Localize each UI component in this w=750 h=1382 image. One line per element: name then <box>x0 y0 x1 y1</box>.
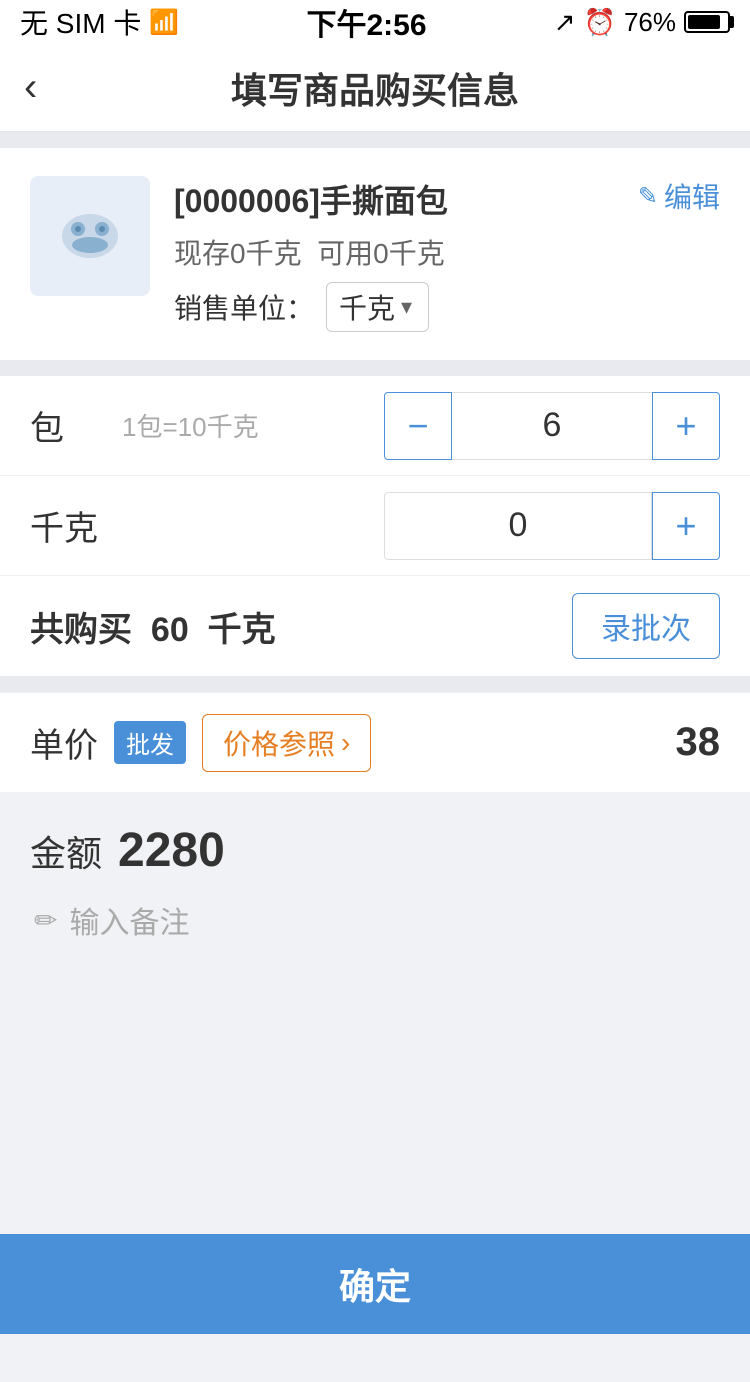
note-placeholder: 输入备注 <box>69 898 189 942</box>
status-left: 无 SIM 卡 📶 <box>20 2 179 42</box>
nav-bar: ‹ 填写商品购买信息 <box>0 44 750 132</box>
battery-percent: 76% <box>624 7 676 38</box>
status-time: 下午2:56 <box>306 0 426 44</box>
amount-section: 金额 2280 ✏ 输入备注 <box>0 793 750 962</box>
package-input[interactable] <box>452 392 652 460</box>
note-icon: ✏ <box>34 904 57 937</box>
price-value: 38 <box>676 720 721 765</box>
product-unit-row: 销售单位： 千克 <box>174 282 720 332</box>
package-plus-button[interactable]: + <box>652 392 720 460</box>
price-ref-label: 价格参照 <box>223 723 335 763</box>
package-hint: 1包=10千克 <box>122 407 384 444</box>
battery-icon <box>684 11 730 33</box>
summary-quantity: 60 <box>151 611 189 649</box>
alarm-icon: ⏰ <box>584 7 616 38</box>
kilogram-plus-button[interactable]: + <box>652 492 720 560</box>
location-icon: ↗ <box>554 7 576 38</box>
package-minus-button[interactable]: − <box>384 392 452 460</box>
package-row: 包 1包=10千克 − + <box>0 376 750 476</box>
summary-text: 共购买 60 千克 <box>30 602 276 651</box>
input-section: 包 1包=10千克 − + 千克 + <box>0 376 750 576</box>
amount-row: 金额 2280 <box>30 823 720 878</box>
edit-button[interactable]: ✎ 编辑 <box>638 176 720 216</box>
note-row[interactable]: ✏ 输入备注 <box>30 898 720 942</box>
summary-section: 共购买 60 千克 录批次 <box>0 576 750 676</box>
divider-top <box>0 132 750 148</box>
status-bar: 无 SIM 卡 📶 下午2:56 ↗ ⏰ 76% <box>0 0 750 44</box>
package-label: 包 <box>30 401 110 450</box>
edit-label: 编辑 <box>664 176 720 216</box>
wifi-icon: 📶 <box>149 8 179 37</box>
unit-dropdown[interactable]: 千克 <box>326 282 429 332</box>
kilogram-input[interactable] <box>384 492 652 560</box>
price-section: 单价 批发 价格参照 › 38 <box>0 692 750 793</box>
unit-value: 千克 <box>339 287 395 327</box>
divider-price <box>0 676 750 692</box>
status-right: ↗ ⏰ 76% <box>554 7 730 38</box>
price-ref-arrow: › <box>341 727 350 759</box>
edit-icon: ✎ <box>638 182 658 211</box>
price-row: 单价 批发 价格参照 › 38 <box>0 693 750 793</box>
carrier-label: 无 SIM 卡 <box>20 2 141 42</box>
price-label: 单价 <box>30 718 98 767</box>
back-button[interactable]: ‹ <box>24 65 37 110</box>
divider-middle <box>0 360 750 376</box>
product-image <box>30 176 150 296</box>
batch-tag: 批发 <box>114 721 186 764</box>
page-title: 填写商品购买信息 <box>231 62 519 114</box>
price-ref-button[interactable]: 价格参照 › <box>202 714 371 772</box>
kilogram-label: 千克 <box>30 501 110 550</box>
amount-label: 金额 <box>30 825 102 877</box>
kilogram-controls: + <box>384 492 720 560</box>
amount-value: 2280 <box>118 823 225 878</box>
product-stock: 现存0千克 可用0千克 <box>174 232 720 272</box>
batch-button[interactable]: 录批次 <box>572 593 720 659</box>
package-controls: − + <box>384 392 720 460</box>
product-card: [0000006]手撕面包 现存0千克 可用0千克 销售单位： 千克 ✎ 编辑 <box>0 148 750 360</box>
kilogram-row: 千克 + <box>0 476 750 576</box>
summary-row: 共购买 60 千克 录批次 <box>0 576 750 676</box>
confirm-button[interactable]: 确定 <box>0 1234 750 1334</box>
